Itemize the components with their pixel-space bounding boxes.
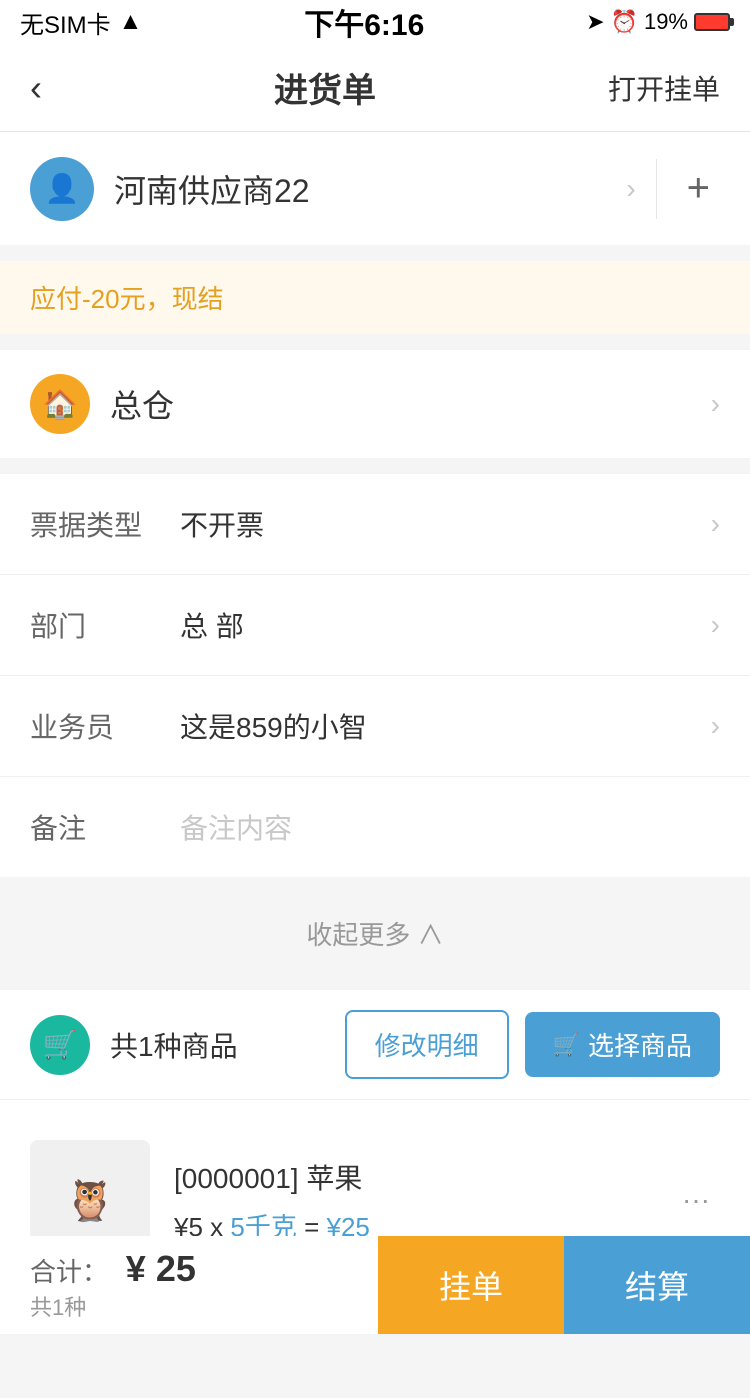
ticket-type-label: 票据类型 — [30, 504, 150, 544]
location-icon: ➤ — [586, 9, 604, 35]
supplier-name: 河南供应商22 — [114, 166, 626, 212]
alarm-icon: ⏰ — [611, 9, 638, 35]
product-count: 共1种商品 — [110, 1025, 345, 1065]
select-icon: 🛒 — [553, 1032, 580, 1058]
note-value[interactable]: 备注内容 — [180, 807, 720, 847]
add-supplier-button[interactable]: + — [677, 156, 720, 221]
product-name: [0000001] 苹果 — [174, 1157, 672, 1197]
open-hang-button[interactable]: 打开挂单 — [608, 68, 720, 108]
back-button[interactable]: ‹ — [30, 67, 42, 109]
total-count: 共1种 — [30, 1290, 348, 1322]
salesman-row[interactable]: 业务员 这是859的小智 › — [0, 676, 750, 777]
battery-icon — [694, 13, 730, 31]
collapse-row[interactable]: 收起更多 ∧ — [0, 893, 750, 974]
supplier-chevron-icon: › — [626, 173, 635, 205]
status-right: ➤ ⏰ 19% — [586, 9, 730, 35]
total-label: 合计： — [30, 1257, 108, 1287]
owl-icon: 🦉 — [65, 1177, 115, 1224]
warehouse-name: 总仓 — [110, 381, 711, 427]
supplier-row[interactable]: 👤 河南供应商22 › + — [0, 132, 750, 245]
select-product-button[interactable]: 🛒 选择商品 — [525, 1012, 720, 1077]
avatar-icon: 👤 — [45, 172, 80, 205]
carrier-text: 无SIM卡 — [20, 5, 111, 40]
ticket-type-value: 不开票 — [180, 504, 711, 544]
notice-text: 应付-20元，现结 — [30, 284, 224, 314]
status-time: 下午6:16 — [304, 0, 424, 44]
warehouse-chevron-icon: › — [711, 388, 720, 420]
salesman-label: 业务员 — [30, 706, 150, 746]
warehouse-row[interactable]: 🏠 总仓 › — [0, 350, 750, 458]
hang-button[interactable]: 挂单 — [378, 1236, 564, 1334]
ticket-type-row[interactable]: 票据类型 不开票 › — [0, 474, 750, 575]
page-title: 进货单 — [274, 63, 376, 112]
select-label: 选择商品 — [588, 1026, 692, 1063]
note-label: 备注 — [30, 807, 150, 847]
edit-detail-button[interactable]: 修改明细 — [345, 1010, 509, 1079]
supplier-avatar: 👤 — [30, 157, 94, 221]
product-icon: 🛒 — [30, 1015, 90, 1075]
nav-bar: ‹ 进货单 打开挂单 — [0, 44, 750, 132]
product-info: [0000001] 苹果 ¥5 x 5千克 = ¥25 — [174, 1157, 672, 1244]
collapse-label: 收起更多 ∧ — [306, 920, 443, 950]
note-row[interactable]: 备注 备注内容 — [0, 777, 750, 877]
form-section: 票据类型 不开票 › 部门 总 部 › 业务员 这是859的小智 › 备注 备注… — [0, 474, 750, 877]
ticket-chevron-icon: › — [711, 508, 720, 540]
product-title: 苹果 — [306, 1163, 362, 1194]
wifi-icon: ▲ — [119, 8, 143, 36]
dept-chevron-icon: › — [711, 609, 720, 641]
total-amount: ¥ 25 — [126, 1248, 196, 1289]
supplier-section: 👤 河南供应商22 › + — [0, 132, 750, 245]
battery-text: 19% — [644, 9, 688, 35]
settle-button[interactable]: 结算 — [564, 1236, 750, 1334]
more-button[interactable]: ··· — [672, 1174, 720, 1226]
salesman-value: 这是859的小智 — [180, 706, 711, 746]
product-code: [0000001] — [174, 1163, 299, 1194]
total-section: 合计： ¥ 25 共1种 — [0, 1248, 378, 1322]
dept-row[interactable]: 部门 总 部 › — [0, 575, 750, 676]
status-left: 无SIM卡 ▲ — [20, 5, 142, 40]
notice-bar: 应付-20元，现结 — [0, 261, 750, 334]
dept-value: 总 部 — [180, 605, 711, 645]
salesman-chevron-icon: › — [711, 710, 720, 742]
divider — [656, 159, 657, 219]
bottom-bar: 合计： ¥ 25 共1种 挂单 结算 — [0, 1236, 750, 1334]
status-bar: 无SIM卡 ▲ 下午6:16 ➤ ⏰ 19% — [0, 0, 750, 44]
cart-icon: 🛒 — [43, 1028, 78, 1061]
product-header: 🛒 共1种商品 修改明细 🛒 选择商品 — [0, 990, 750, 1100]
dept-label: 部门 — [30, 605, 150, 645]
warehouse-icon: 🏠 — [30, 374, 90, 434]
